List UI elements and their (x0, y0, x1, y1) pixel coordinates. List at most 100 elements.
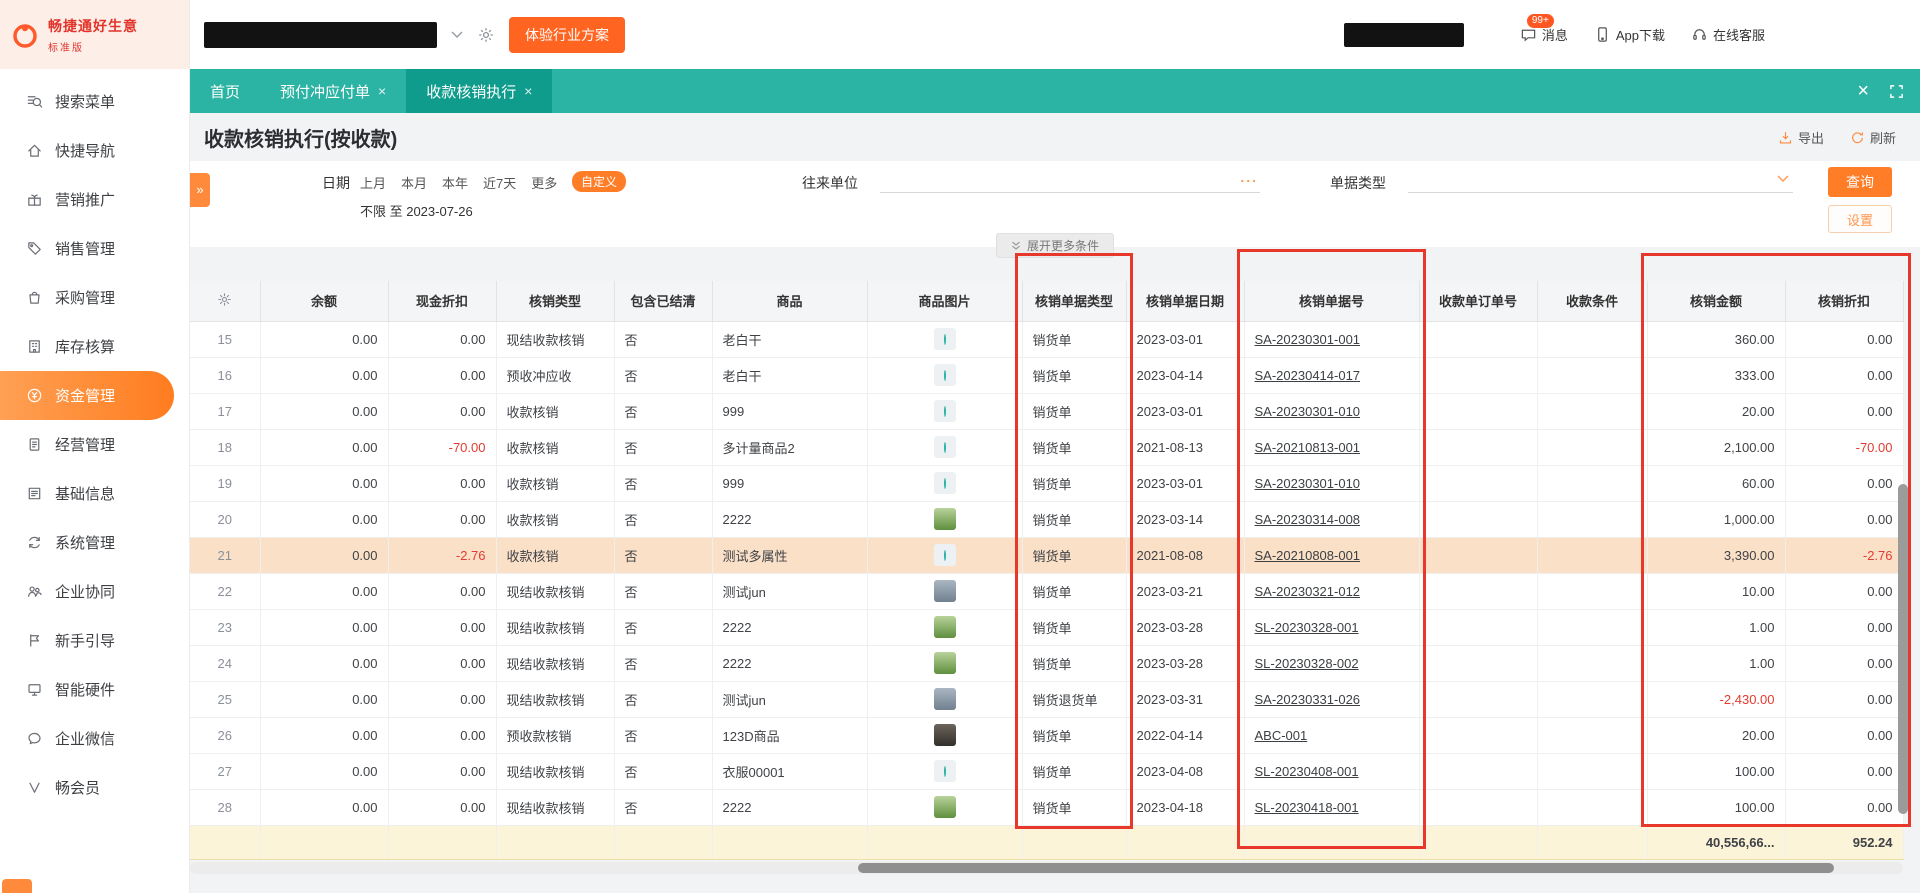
column-header-discount[interactable]: 核销折扣 (1785, 281, 1904, 322)
tab-1[interactable]: 预付冲应付单 × (260, 69, 406, 113)
tab-0[interactable]: 首页 (190, 69, 260, 113)
search-button[interactable]: 查询 (1828, 167, 1892, 197)
sidebar-item-guide[interactable]: 新手引导 (0, 616, 189, 665)
cell-writeoff_type: 收款核销 (496, 429, 615, 466)
cell-condition (1537, 645, 1648, 682)
column-header-settled[interactable]: 包含已结清 (614, 281, 713, 322)
sidebar-item-wechat[interactable]: 企业微信 (0, 714, 189, 763)
tab-close-icon[interactable]: × (524, 83, 532, 99)
table-row[interactable]: 20 0.00 0.00 收款核销否 2222 销货单 2023-03-14 SA-20230… (190, 501, 1904, 538)
column-header-balance[interactable]: 余额 (260, 281, 389, 322)
sidebar-item-search[interactable]: 搜索菜单 (0, 77, 189, 126)
column-header-condition[interactable]: 收款条件 (1537, 281, 1648, 322)
column-header-cash_discount[interactable]: 现金折扣 (388, 281, 497, 322)
tab-2[interactable]: 收款核销执行 × (406, 69, 553, 113)
doc-no-link[interactable]: SA-20230414-017 (1255, 368, 1361, 383)
column-header-item[interactable]: 商品 (712, 281, 868, 322)
column-header-doc_date[interactable]: 核销单据日期 (1126, 281, 1245, 322)
ellipsis-picker-icon[interactable]: ... (1240, 169, 1258, 185)
column-header-doc_type[interactable]: 核销单据类型 (1022, 281, 1127, 322)
table-row[interactable]: 27 0.00 0.00 现结收款核销否衣服00001 销货单 2023-04-08 SL-… (190, 753, 1904, 790)
date-option-1[interactable]: 本月 (401, 173, 427, 192)
sidebar-item-member[interactable]: 畅会员 (0, 763, 189, 812)
doc-no-link[interactable]: SL-20230408-001 (1255, 764, 1359, 779)
table-row[interactable]: 21 0.00 -2.76 收款核销否测试多属性 销货单 2021-08-08 SA-202… (190, 537, 1904, 574)
column-header-writeoff_type[interactable]: 核销类型 (496, 281, 615, 322)
horizontal-scrollbar[interactable] (190, 861, 1903, 874)
sidebar-item-sales[interactable]: 销售管理 (0, 224, 189, 273)
close-icon[interactable]: × (1857, 81, 1869, 101)
date-option-2[interactable]: 本年 (442, 173, 468, 192)
doc-no-link[interactable]: SL-20230328-001 (1255, 620, 1359, 635)
chevron-down-icon[interactable] (451, 30, 463, 39)
fullscreen-icon[interactable] (1889, 84, 1904, 99)
table-row[interactable]: 22 0.00 0.00 现结收款核销否测试jun 销货单 2023-03-21 SA-20… (190, 573, 1904, 610)
cell-writeoff_type: 收款核销 (496, 393, 615, 430)
table-settings-gear-icon[interactable] (217, 292, 232, 307)
doc-no-link[interactable]: SA-20210808-001 (1255, 548, 1361, 563)
column-header-item_image[interactable]: 商品图片 (867, 281, 1023, 322)
messages-button[interactable]: 99+ 消息 (1520, 13, 1568, 44)
date-option-3[interactable]: 近7天 (483, 173, 516, 192)
table-row[interactable]: 26 0.00 0.00 预收款核销否 123D商品 销货单 2022-04-14 ABC-0… (190, 717, 1904, 754)
redacted-company-selector[interactable] (204, 21, 437, 48)
export-button[interactable]: 导出 (1778, 128, 1824, 147)
doc-no-link[interactable]: SA-20230301-001 (1255, 332, 1361, 347)
table-row[interactable]: 16 0.00 0.00 预收冲应收否老白干 销货单 2023-04-14 SA-20230… (190, 357, 1904, 394)
doc-no-link[interactable]: SA-20210813-001 (1255, 440, 1361, 455)
doc-no-link[interactable]: SA-20230321-012 (1255, 584, 1361, 599)
sidebar-item-operations[interactable]: 经营管理 (0, 420, 189, 469)
table-row[interactable]: 19 0.00 0.00 收款核销否 999 销货单 2023-03-01 SA-202303… (190, 465, 1904, 502)
table-row[interactable]: 18 0.00 -70.00 收款核销否多计量商品2 销货单 2021-08-13 SA-2… (190, 429, 1904, 466)
tab-close-icon[interactable]: × (378, 83, 386, 99)
hscroll-thumb[interactable] (858, 862, 1835, 873)
floating-widget[interactable] (2, 879, 32, 893)
table-row[interactable]: 17 0.00 0.00 收款核销否 999 销货单 2023-03-01 SA-202303… (190, 393, 1904, 430)
collapse-panel-button[interactable]: » (190, 173, 210, 207)
table-row[interactable]: 28 0.00 0.00 现结收款核销否 2222 销货单 2023-04-18 SL-202… (190, 789, 1904, 826)
doc-no-link[interactable]: ABC-001 (1255, 728, 1308, 743)
date-option-4[interactable]: 更多 (531, 173, 557, 192)
page-title: 收款核销执行(按收款) (204, 128, 398, 151)
doc-no-link[interactable]: SA-20230301-010 (1255, 404, 1361, 419)
expand-more-button[interactable]: 展开更多条件 (995, 233, 1115, 258)
sidebar-item-system[interactable]: 系统管理 (0, 518, 189, 567)
doc-no-link[interactable]: SA-20230314-008 (1255, 512, 1361, 527)
column-header-doc_no[interactable]: 核销单据号 (1244, 281, 1420, 322)
column-header-amount[interactable]: 核销金额 (1647, 281, 1786, 322)
doc-no-link[interactable]: SA-20230331-026 (1255, 692, 1361, 707)
sidebar-item-collaboration[interactable]: 企业协同 (0, 567, 189, 616)
table-row[interactable]: 15 0.00 0.00 现结收款核销否老白干 销货单 2023-03-01 SA-2023… (190, 321, 1904, 358)
doc-no-link[interactable]: SL-20230328-002 (1255, 656, 1359, 671)
item-thumbnail (933, 688, 956, 710)
date-range-value[interactable]: 不限 至 2023-07-26 (360, 201, 473, 220)
logo[interactable]: 畅捷通好生意 标准版 (0, 0, 189, 69)
doc-type-select[interactable] (1408, 167, 1793, 193)
gear-icon[interactable] (477, 26, 495, 44)
date-option-0[interactable]: 上月 (360, 173, 386, 192)
sidebar-item-funds[interactable]: 资金管理 (0, 371, 174, 420)
settings-button[interactable]: 设置 (1828, 205, 1892, 233)
cell-doc_no: SA-20230321-012 (1244, 573, 1420, 610)
sidebar-item-purchase[interactable]: 采购管理 (0, 273, 189, 322)
sidebar-item-marketing[interactable]: 营销推广 (0, 175, 189, 224)
partner-input[interactable]: ... (880, 167, 1260, 193)
sidebar-item-basic-info[interactable]: 基础信息 (0, 469, 189, 518)
vertical-scrollbar-thumb[interactable] (1898, 484, 1908, 814)
doc-no-link[interactable]: SL-20230418-001 (1255, 800, 1359, 815)
sidebar-item-quick-nav[interactable]: 快捷导航 (0, 126, 189, 175)
app-download-button[interactable]: App下载 (1594, 25, 1665, 44)
refresh-button[interactable]: 刷新 (1850, 128, 1896, 147)
sidebar-item-label: 新手引导 (55, 633, 116, 650)
table-row[interactable]: 24 0.00 0.00 现结收款核销否 2222 销货单 2023-03-28 SL-202… (190, 645, 1904, 682)
support-button[interactable]: 在线客服 (1691, 25, 1765, 44)
experience-plan-button[interactable]: 体验行业方案 (509, 16, 625, 53)
column-header-order_no[interactable]: 收款单订单号 (1419, 281, 1538, 322)
sidebar-item-inventory[interactable]: 库存核算 (0, 322, 189, 371)
table-row[interactable]: 25 0.00 0.00 现结收款核销否测试jun 销货退货单 2023-03-31 SA-… (190, 681, 1904, 718)
column-header-rownum[interactable] (190, 281, 261, 322)
table-row[interactable]: 23 0.00 0.00 现结收款核销否 2222 销货单 2023-03-28 SL-202… (190, 609, 1904, 646)
sidebar-item-hardware[interactable]: 智能硬件 (0, 665, 189, 714)
custom-date-button[interactable]: 自定义 (572, 171, 627, 192)
doc-no-link[interactable]: SA-20230301-010 (1255, 476, 1361, 491)
